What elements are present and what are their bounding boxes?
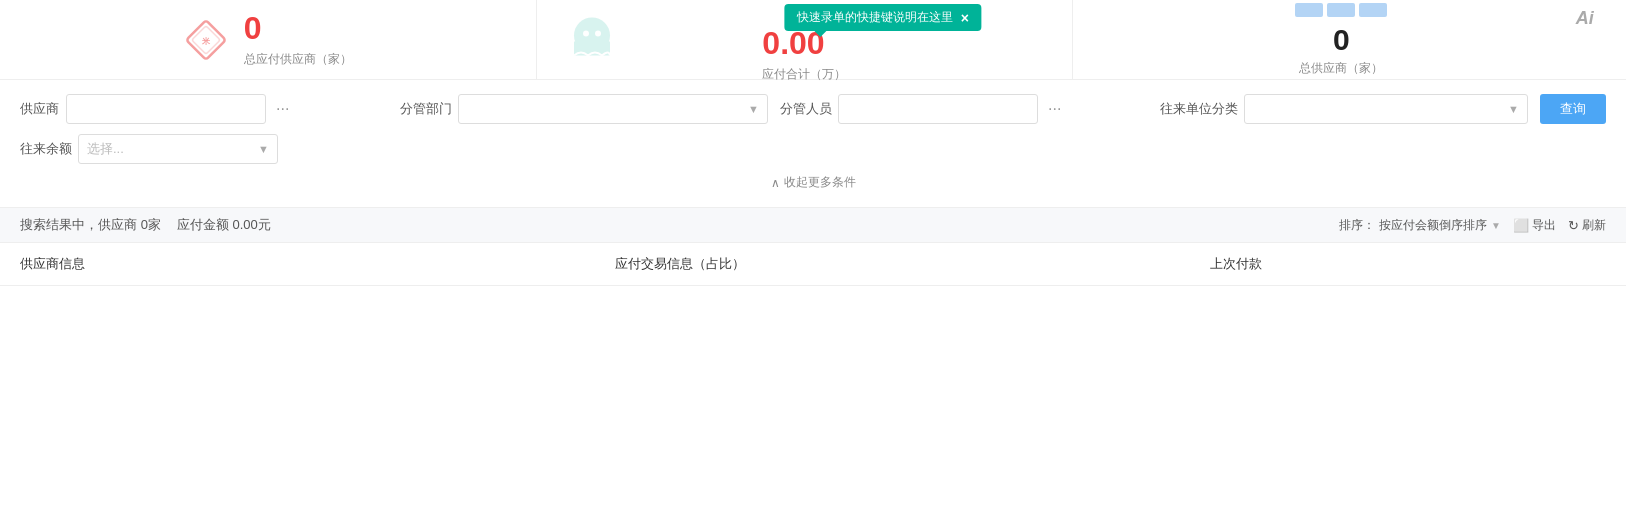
person-field: 分管人员 ··· — [780, 94, 1148, 124]
svg-text:米: 米 — [201, 37, 211, 46]
tooltip-text: 快速录单的快捷键说明在这里 — [797, 9, 953, 26]
department-caret: ▼ — [748, 103, 759, 115]
person-label: 分管人员 — [780, 100, 832, 118]
blue-boxes-decoration — [1295, 3, 1387, 17]
export-label: 导出 — [1532, 217, 1556, 234]
sort-dropdown[interactable]: 排序： 按应付会额倒序排序 ▼ — [1339, 217, 1501, 234]
stat-item-payable-suppliers: 米 0 总应付供应商（家） — [0, 0, 537, 79]
tooltip-close-btn[interactable]: × — [961, 10, 969, 26]
person-input[interactable] — [838, 94, 1038, 124]
result-supplier-prefix: 搜索结果中，供应商 — [20, 217, 137, 232]
query-btn[interactable]: 查询 — [1540, 94, 1606, 124]
col-transaction-header: 应付交易信息（占比） — [615, 255, 1210, 273]
unit-category-label: 往来单位分类 — [1160, 100, 1238, 118]
export-btn[interactable]: ⬜ 导出 — [1513, 217, 1556, 234]
tooltip-bubble: 快速录单的快捷键说明在这里 × — [785, 4, 981, 31]
unit-category-field: 往来单位分类 ▼ — [1160, 94, 1528, 124]
balance-field: 往来余额 选择... ▼ — [20, 134, 360, 164]
department-dropdown[interactable]: ▼ — [458, 94, 768, 124]
supplier-field: 供应商 ··· — [20, 94, 388, 124]
result-bar: 搜索结果中，供应商 0家 应付金额 0.00元 排序： 按应付会额倒序排序 ▼ … — [0, 208, 1626, 243]
refresh-label: 刷新 — [1582, 217, 1606, 234]
stat-content-payable-total: 0.00 应付合计（万） — [762, 26, 846, 82]
search-bar: 供应商 ··· 分管部门 ▼ 分管人员 ··· 往来单位分类 ▼ — [0, 80, 1626, 208]
export-icon: ⬜ — [1513, 218, 1529, 233]
balance-label: 往来余额 — [20, 140, 72, 158]
svg-point-6 — [595, 30, 601, 36]
refresh-icon: ↻ — [1568, 218, 1579, 233]
result-amount-text: 应付金额 0.00元 — [177, 216, 271, 234]
col-supplier-header: 供应商信息 — [20, 255, 615, 273]
table-body — [0, 286, 1626, 515]
payable-suppliers-number: 0 — [244, 11, 352, 46]
svg-point-5 — [583, 30, 589, 36]
result-supplier-count: 0家 — [141, 217, 161, 232]
ai-label: Ai — [1576, 8, 1594, 29]
stat-item-payable-total: 快速录单的快捷键说明在这里 × 0.00 应付合计（万） — [537, 0, 1074, 79]
unit-category-caret: ▼ — [1508, 103, 1519, 115]
col-last-payment-header: 上次付款 — [1210, 255, 1607, 273]
payable-total-number: 0.00 — [762, 26, 846, 61]
result-bar-left: 搜索结果中，供应商 0家 应付金额 0.00元 — [20, 216, 271, 234]
supplier-label: 供应商 — [20, 100, 60, 118]
stats-bar: 米 0 总应付供应商（家） 快速录单的快捷键说明在这里 × — [0, 0, 1626, 80]
supplier-input[interactable] — [66, 94, 266, 124]
balance-dropdown[interactable]: 选择... ▼ — [78, 134, 278, 164]
diamond-icon: 米 — [184, 18, 228, 62]
result-amount-value: 0.00元 — [232, 217, 270, 232]
sort-value: 按应付会额倒序排序 — [1379, 217, 1487, 234]
total-suppliers-label: 总供应商（家） — [1299, 60, 1383, 77]
unit-category-dropdown[interactable]: ▼ — [1244, 94, 1528, 124]
blue-box-3 — [1359, 3, 1387, 17]
total-suppliers-number: 0 — [1333, 23, 1350, 56]
result-amount-prefix: 应付金额 — [177, 217, 229, 232]
result-supplier-text: 搜索结果中，供应商 0家 — [20, 216, 161, 234]
collapse-icon: ∧ — [771, 176, 780, 190]
search-row-1: 供应商 ··· 分管部门 ▼ 分管人员 ··· 往来单位分类 ▼ — [20, 94, 1606, 124]
department-label: 分管部门 — [400, 100, 452, 118]
result-bar-right: 排序： 按应付会额倒序排序 ▼ ⬜ 导出 ↻ 刷新 — [1339, 217, 1606, 234]
stat-content-payable-suppliers: 0 总应付供应商（家） — [244, 11, 352, 67]
payable-suppliers-label: 总应付供应商（家） — [244, 51, 352, 68]
refresh-btn[interactable]: ↻ 刷新 — [1568, 217, 1606, 234]
payable-total-label: 应付合计（万） — [762, 66, 846, 83]
department-field: 分管部门 ▼ — [400, 94, 768, 124]
sort-caret: ▼ — [1491, 220, 1501, 231]
sort-prefix: 排序： — [1339, 217, 1375, 234]
supplier-dots-btn[interactable]: ··· — [272, 100, 293, 118]
stat-item-total-suppliers: Ai 0 总供应商（家） — [1073, 0, 1610, 79]
blue-box-2 — [1327, 3, 1355, 17]
person-dots-btn[interactable]: ··· — [1044, 100, 1065, 118]
balance-caret: ▼ — [258, 143, 269, 155]
table-header: 供应商信息 应付交易信息（占比） 上次付款 — [0, 243, 1626, 286]
collapse-bar[interactable]: ∧ 收起更多条件 — [20, 168, 1606, 199]
balance-value: 选择... — [87, 140, 124, 158]
collapse-label: 收起更多条件 — [784, 174, 856, 191]
ghost-icon — [567, 13, 617, 66]
blue-box-1 — [1295, 3, 1323, 17]
search-row-2: 往来余额 选择... ▼ — [20, 134, 1606, 164]
